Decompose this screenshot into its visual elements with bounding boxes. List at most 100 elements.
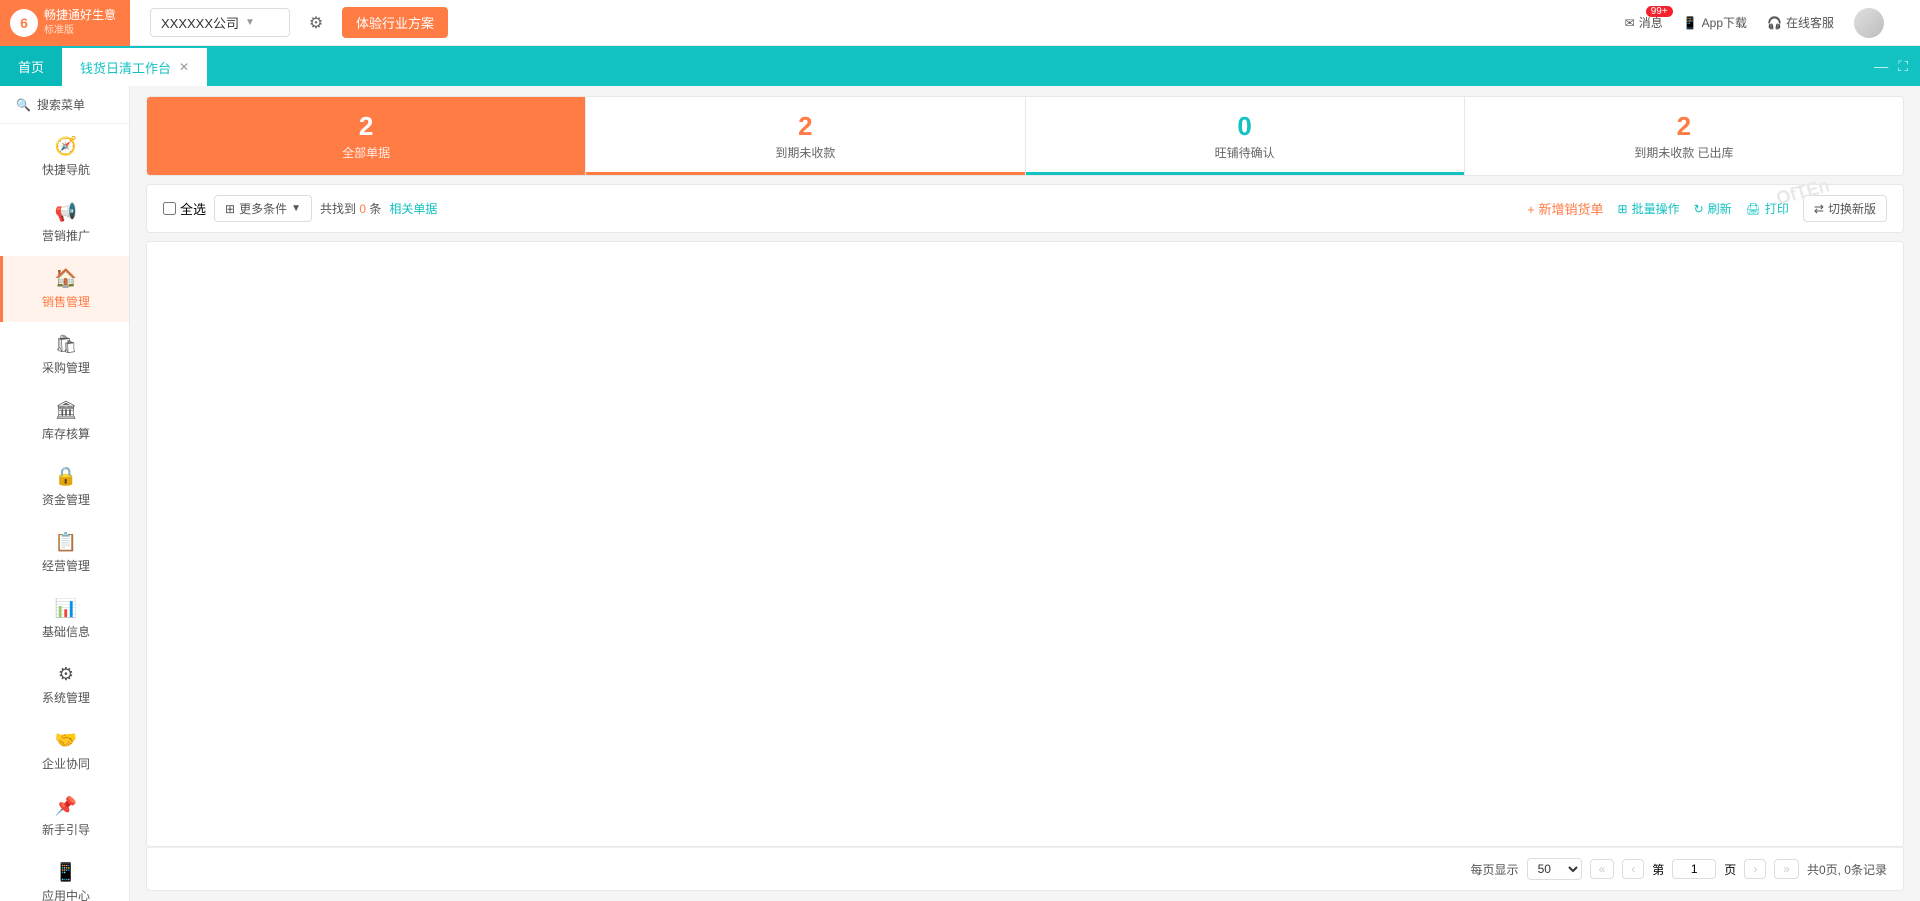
page-label: 第 — [1652, 861, 1664, 878]
app-center-icon: 📱 — [55, 862, 77, 883]
first-page-button[interactable]: « — [1590, 859, 1615, 879]
tab-bar: 首页 钱货日清工作台 ✕ — ⛶ — [0, 46, 1920, 86]
sidebar-item-enterprise[interactable]: 🤝 企业协同 — [0, 718, 129, 784]
sidebar-item-app-center[interactable]: 📱 应用中心 — [0, 850, 129, 901]
add-sales-order-button[interactable]: + 新增销货单 — [1527, 199, 1603, 218]
sidebar-item-app-center-label: 应用中心 — [42, 887, 90, 901]
tab-close-icon[interactable]: ✕ — [179, 60, 189, 74]
sidebar-item-guide[interactable]: 📌 新手引导 — [0, 784, 129, 850]
per-page-label: 每页显示 — [1471, 861, 1519, 878]
stat-card-wangpu[interactable]: 0 旺铺待确认 — [1026, 97, 1465, 175]
tab-minimize-icon[interactable]: — — [1874, 58, 1888, 74]
online-service-button[interactable]: 🎧 在线客服 — [1767, 14, 1834, 31]
table-area — [146, 241, 1904, 847]
toolbar-left: 全选 ⊞ 更多条件 ▼ 共找到 0 条 相关单据 — [163, 195, 437, 222]
trial-button[interactable]: 体验行业方案 — [342, 7, 448, 38]
select-all-checkbox[interactable] — [163, 202, 176, 215]
stat-card-overdue[interactable]: 2 到期未收款 — [586, 97, 1025, 175]
switch-icon: ⇄ — [1814, 202, 1824, 216]
enterprise-icon: 🤝 — [55, 730, 77, 751]
toolbar-right: + 新增销货单 ⊞ 批量操作 ↻ 刷新 🖨 打印 ⇄ 切换新版 — [1527, 195, 1887, 222]
tab-home-label: 首页 — [18, 57, 44, 76]
phone-icon: 📱 — [1683, 16, 1698, 30]
sidebar-item-operations-label: 经营管理 — [42, 557, 90, 574]
system-icon: ⚙ — [58, 664, 74, 685]
stats-bar: 2 全部单据 2 到期未收款 0 旺铺待确认 2 到期未收款 已出库 — [146, 96, 1904, 176]
tab-bar-actions: — ⛶ — [1874, 58, 1920, 75]
batch-operation-button[interactable]: ⊞ 批量操作 — [1618, 200, 1680, 217]
found-count: 0 — [359, 202, 366, 216]
tab-workbench-label: 钱货日清工作台 — [80, 58, 171, 77]
sidebar-item-capital[interactable]: 🔒 资金管理 — [0, 454, 129, 520]
page-total: 共0页, 0条记录 — [1807, 861, 1887, 878]
stat-label-wangpu: 旺铺待确认 — [1215, 144, 1275, 161]
sidebar-item-enterprise-label: 企业协同 — [42, 755, 90, 772]
sidebar-item-operations[interactable]: 📋 经营管理 — [0, 520, 129, 586]
company-selector[interactable]: XXXXXX公司 ▼ — [150, 8, 290, 37]
stat-num-overdue-shipped: 2 — [1677, 111, 1691, 142]
message-button[interactable]: ✉ 99+ 消息 — [1625, 14, 1663, 31]
headset-icon: 🎧 — [1767, 16, 1782, 30]
sidebar-item-system[interactable]: ⚙ 系统管理 — [0, 652, 129, 718]
stat-card-all[interactable]: 2 全部单据 — [147, 97, 586, 175]
company-name: XXXXXX公司 — [161, 13, 239, 32]
tab-home[interactable]: 首页 — [0, 46, 62, 86]
avatar[interactable] — [1854, 8, 1884, 38]
last-page-button[interactable]: » — [1774, 859, 1799, 879]
logo-icon: 6 — [10, 9, 38, 37]
next-page-button[interactable]: › — [1744, 859, 1766, 879]
per-page-select[interactable]: 20 50 100 — [1527, 858, 1582, 880]
stat-num-all: 2 — [359, 111, 373, 142]
sidebar-search-button[interactable]: 🔍 搜索菜单 — [0, 86, 129, 124]
sidebar-item-sales[interactable]: 🏠 销售管理 — [0, 256, 129, 322]
message-badge: 99+ — [1646, 6, 1673, 17]
stat-label-all: 全部单据 — [342, 144, 390, 161]
print-icon: 🖨 — [1746, 202, 1761, 216]
sidebar-item-guide-label: 新手引导 — [42, 821, 90, 838]
select-all-label: 全选 — [180, 199, 206, 218]
print-button[interactable]: 🖨 打印 — [1746, 200, 1789, 217]
sidebar-item-quick-nav[interactable]: 🧭 快捷导航 — [0, 124, 129, 190]
logo-area: 6 畅捷通好生意 标准版 — [0, 0, 130, 46]
inventory-icon: 🏛 — [55, 400, 78, 421]
avatar-image — [1854, 8, 1884, 38]
sidebar-item-sales-label: 销售管理 — [42, 293, 90, 310]
switch-version-button[interactable]: ⇄ 切换新版 — [1803, 195, 1887, 222]
pagination-bar: 每页显示 20 50 100 « ‹ 第 页 › » 共0页, 0条记录 — [146, 847, 1904, 891]
prev-page-button[interactable]: ‹ — [1622, 859, 1644, 879]
page-input[interactable] — [1672, 859, 1716, 879]
top-header: 6 畅捷通好生意 标准版 XXXXXX公司 ▼ ⚙ 体验行业方案 ✉ 99+ 消… — [0, 0, 1920, 46]
sidebar-item-inventory-label: 库存核算 — [42, 425, 90, 442]
select-all-wrap[interactable]: 全选 — [163, 199, 206, 218]
sidebar-item-marketing[interactable]: 📢 营销推广 — [0, 190, 129, 256]
settings-button[interactable]: ⚙ — [300, 7, 332, 39]
page-suffix: 页 — [1724, 861, 1736, 878]
filter-caret-icon: ▼ — [291, 203, 301, 214]
company-caret-icon: ▼ — [245, 17, 255, 28]
sidebar-item-system-label: 系统管理 — [42, 689, 90, 706]
sidebar-item-purchase[interactable]: 🛍 采购管理 — [0, 322, 129, 388]
logo-text: 畅捷通好生意 标准版 — [44, 8, 116, 37]
sidebar-item-quick-nav-label: 快捷导航 — [42, 161, 90, 178]
sidebar: 🔍 搜索菜单 🧭 快捷导航 📢 营销推广 🏠 销售管理 🛍 采购管理 🏛 库存核… — [0, 86, 130, 901]
tab-workbench[interactable]: 钱货日清工作台 ✕ — [62, 46, 207, 86]
toolbar: 全选 ⊞ 更多条件 ▼ 共找到 0 条 相关单据 + 新增销货单 ⊞ 批 — [146, 184, 1904, 233]
refresh-button[interactable]: ↻ 刷新 — [1694, 200, 1732, 217]
sidebar-item-inventory[interactable]: 🏛 库存核算 — [0, 388, 129, 454]
marketing-icon: 📢 — [55, 202, 77, 223]
stat-card-overdue-shipped[interactable]: 2 到期未收款 已出库 — [1465, 97, 1903, 175]
sidebar-item-basic-info[interactable]: 📊 基础信息 — [0, 586, 129, 652]
stat-num-wangpu: 0 — [1237, 111, 1251, 142]
related-records-link[interactable]: 相关单据 — [389, 200, 437, 217]
capital-icon: 🔒 — [55, 466, 77, 487]
tab-maximize-icon[interactable]: ⛶ — [1898, 58, 1908, 75]
message-icon: ✉ — [1625, 16, 1635, 30]
basic-info-icon: 📊 — [55, 598, 77, 619]
purchase-icon: 🛍 — [55, 334, 78, 355]
filter-button[interactable]: ⊞ 更多条件 ▼ — [214, 195, 312, 222]
main-layout: 🔍 搜索菜单 🧭 快捷导航 📢 营销推广 🏠 销售管理 🛍 采购管理 🏛 库存核… — [0, 86, 1920, 901]
stat-label-overdue: 到期未收款 — [775, 144, 835, 161]
filter-icon: ⊞ — [225, 202, 235, 216]
app-download-button[interactable]: 📱 App下载 — [1683, 14, 1747, 31]
quick-nav-icon: 🧭 — [55, 136, 77, 157]
